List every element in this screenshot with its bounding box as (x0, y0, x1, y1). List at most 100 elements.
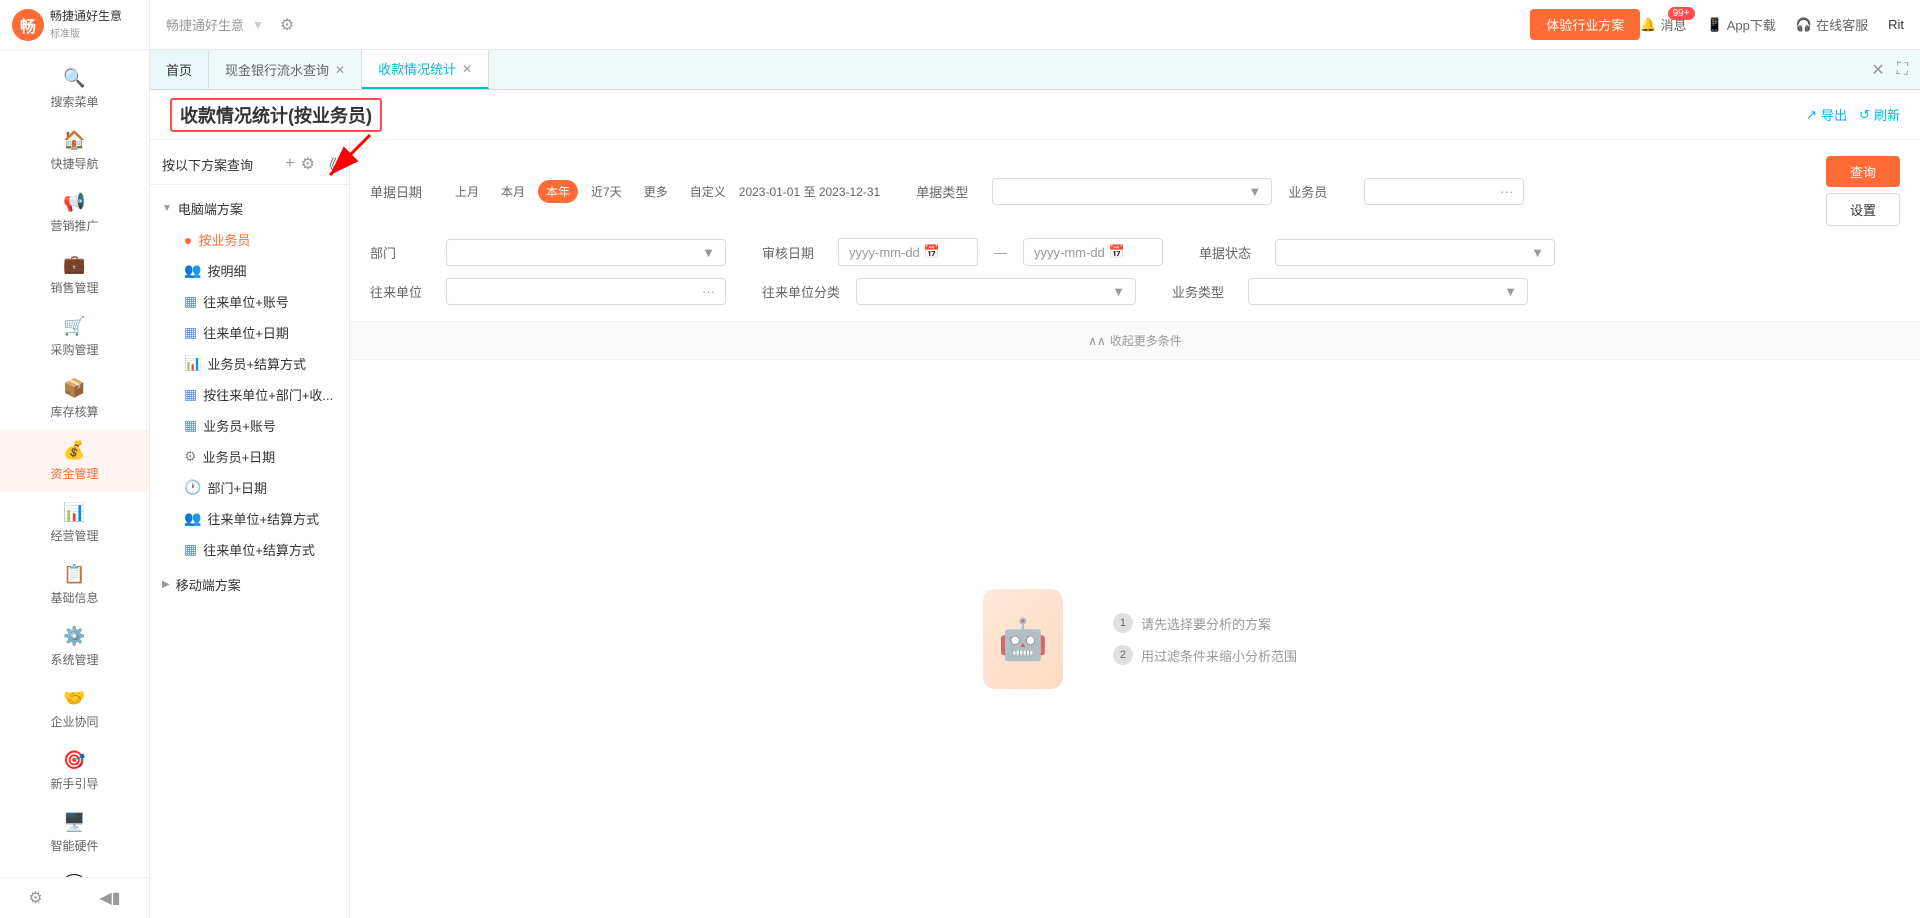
export-button[interactable]: ↗ 导出 (1806, 105, 1847, 124)
tree-item-by-staff[interactable]: ● 按业务员 (150, 224, 349, 255)
refresh-button[interactable]: ↺ 刷新 (1859, 105, 1900, 124)
by-detail-label: 按明细 (207, 261, 246, 280)
logo-name: 畅捷通好生意 (50, 9, 122, 25)
sidebar-item-marketing[interactable]: 📢 营销推广 (0, 182, 149, 244)
tab-receipt-stat[interactable]: 收款情况统计 ✕ (362, 50, 489, 89)
date-btn-7days[interactable]: 近7天 (582, 179, 631, 204)
empty-step-1: 1 请先选择要分析的方案 (1113, 613, 1271, 633)
tree-item-partner-account[interactable]: ▦ 往来单位+账号 (150, 286, 349, 317)
mobile-section-header[interactable]: ▶ 移动端方案 (150, 569, 349, 600)
salesman-select[interactable]: ··· (1364, 178, 1524, 205)
staff-account-label: 业务员+账号 (203, 416, 276, 435)
empty-step-2: 2 用过滤条件来缩小分析范围 (1113, 645, 1297, 665)
staff-date-label: 业务员+日期 (203, 447, 276, 466)
app-download-item[interactable]: 📱 App下载 (1707, 15, 1776, 34)
sidebar-item-finance[interactable]: 💰 资金管理 (0, 430, 149, 492)
date-range-text: 2023-01-01 至 2023-12-31 (739, 183, 880, 200)
desktop-section-header[interactable]: ▼ 电脑端方案 (150, 193, 349, 224)
collapse-bar[interactable]: ∧∧ 收起更多条件 (350, 322, 1920, 360)
query-button[interactable]: 查询 (1826, 156, 1900, 187)
customer-service-item[interactable]: 🎧 在线客服 (1796, 15, 1868, 34)
notifications-item[interactable]: 🔔 消息 99+ (1640, 15, 1686, 34)
basic-label: 基础信息 (50, 589, 98, 606)
export-label: 导出 (1821, 105, 1847, 124)
step-1-num: 1 (1113, 613, 1133, 633)
sidebar-item-business[interactable]: 📊 经营管理 (0, 492, 149, 554)
partner-category-value (867, 284, 871, 299)
desktop-arrow-icon: ▼ (162, 203, 172, 214)
data-area: 🤖 1 请先选择要分析的方案 2 用过滤条件来缩小分析范围 (350, 360, 1920, 918)
date-btn-last-month[interactable]: 上月 (446, 179, 488, 204)
business-type-select[interactable]: ▼ (1248, 278, 1528, 305)
tree-item-partner-settle2[interactable]: ▦ 往来单位+结算方式 (150, 534, 349, 565)
tree-item-dept-date[interactable]: 🕐 部门+日期 (150, 472, 349, 503)
sidebar-item-hardware[interactable]: 🖥️ 智能硬件 (0, 802, 149, 864)
topbar-right: 🔔 消息 99+ 📱 App下载 🎧 在线客服 Rit (1640, 15, 1904, 34)
audit-date-to-calendar-icon[interactable]: 📅 (1109, 244, 1125, 260)
add-scheme-button[interactable]: + (285, 155, 294, 173)
setting-button[interactable]: 设置 (1826, 193, 1900, 226)
partner-category-label: 往来单位分类 (762, 282, 840, 301)
sidebar-item-quick-nav[interactable]: 🏠 快捷导航 (0, 120, 149, 182)
system-label: 系统管理 (50, 651, 98, 668)
settings-footer-icon[interactable]: ⚙ (28, 888, 42, 908)
tree-item-staff-settle[interactable]: 📊 业务员+结算方式 (150, 348, 349, 379)
doc-status-select[interactable]: ▼ (1275, 239, 1555, 266)
window-maximize-icon[interactable]: ⛶ (1897, 61, 1908, 79)
dept-chevron-icon: ▼ (702, 245, 715, 260)
partner-value (457, 284, 461, 299)
bank-flow-tab-close-icon[interactable]: ✕ (335, 63, 345, 77)
hardware-icon: 🖥️ (63, 812, 85, 833)
sidebar-item-guide[interactable]: 🎯 新手引导 (0, 740, 149, 802)
topbar-gear-icon[interactable]: ⚙ (280, 15, 294, 35)
audit-date-from-calendar-icon[interactable]: 📅 (924, 244, 940, 260)
sidebar-item-search-menu[interactable]: 🔍 搜索菜单 (0, 58, 149, 120)
tree-item-staff-date[interactable]: ⚙ 业务员+日期 (150, 441, 349, 472)
window-close-icon[interactable]: ✕ (1871, 60, 1884, 80)
sidebar-item-inventory[interactable]: 📦 库存核算 (0, 368, 149, 430)
refresh-icon: ↺ (1859, 107, 1870, 123)
enterprise-icon: 🤝 (63, 688, 85, 709)
search-menu-label: 搜索菜单 (50, 93, 98, 110)
sidebar-item-enterprise[interactable]: 🤝 企业协同 (0, 678, 149, 740)
dept-label: 部门 (370, 243, 430, 262)
collapse-footer-icon[interactable]: ◀▮ (99, 888, 120, 908)
partner-select[interactable]: ··· (446, 278, 726, 305)
doc-type-select[interactable]: ▼ (992, 178, 1272, 205)
tree-item-partner-settle1[interactable]: 👥 往来单位+结算方式 (150, 503, 349, 534)
audit-date-label: 审核日期 (762, 243, 822, 262)
tree-item-partner-dept-collect[interactable]: ▦ 按往来单位+部门+收... (150, 379, 349, 410)
tab-home[interactable]: 首页 (150, 50, 209, 89)
date-btn-this-year[interactable]: 本年 (538, 180, 578, 203)
collapse-panel-icon[interactable]: 《 (321, 152, 337, 176)
sidebar-item-basic[interactable]: 📋 基础信息 (0, 554, 149, 616)
scheme-settings-icon[interactable]: ⚙ (301, 154, 315, 174)
sidebar-item-system[interactable]: ⚙️ 系统管理 (0, 616, 149, 678)
marketing-icon: 📢 (63, 192, 85, 213)
tab-bank-flow[interactable]: 现金银行流水查询 ✕ (209, 50, 362, 89)
tree-item-partner-date[interactable]: ▦ 往来单位+日期 (150, 317, 349, 348)
partner-settle2-label: 往来单位+结算方式 (203, 540, 315, 559)
tree-item-staff-account[interactable]: ▦ 业务员+账号 (150, 410, 349, 441)
filter-row-3: 往来单位 ··· 往来单位分类 ▼ 业务类型 ▼ (370, 278, 1900, 305)
sidebar-item-sales[interactable]: 💼 销售管理 (0, 244, 149, 306)
by-staff-label: 按业务员 (198, 230, 250, 249)
date-btn-more[interactable]: 更多 (635, 179, 677, 204)
receipt-stat-tab-close-icon[interactable]: ✕ (462, 62, 472, 76)
partner-category-select[interactable]: ▼ (856, 278, 1136, 305)
trial-button[interactable]: 体验行业方案 (1530, 9, 1640, 40)
sidebar-item-purchase[interactable]: 🛒 采购管理 (0, 306, 149, 368)
system-icon: ⚙️ (63, 626, 85, 647)
tree-item-by-detail[interactable]: 👥 按明细 (150, 255, 349, 286)
filter-row-1: 单据日期 上月 本月 本年 近7天 更多 自定义 2023-01-01 至 20… (370, 156, 1900, 226)
right-panel: 单据日期 上月 本月 本年 近7天 更多 自定义 2023-01-01 至 20… (350, 140, 1920, 918)
guide-label: 新手引导 (50, 775, 98, 792)
partner-settle1-label: 往来单位+结算方式 (207, 509, 319, 528)
date-label: 单据日期 (370, 182, 430, 201)
date-btn-custom[interactable]: 自定义 (681, 179, 735, 204)
sidebar-item-wechat[interactable]: 💬 企业微信 (0, 864, 149, 877)
date-btn-this-month[interactable]: 本月 (492, 179, 534, 204)
user-item[interactable]: Rit (1888, 17, 1904, 32)
partner-settle1-icon: 👥 (184, 510, 201, 527)
dept-select[interactable]: ▼ (446, 239, 726, 266)
